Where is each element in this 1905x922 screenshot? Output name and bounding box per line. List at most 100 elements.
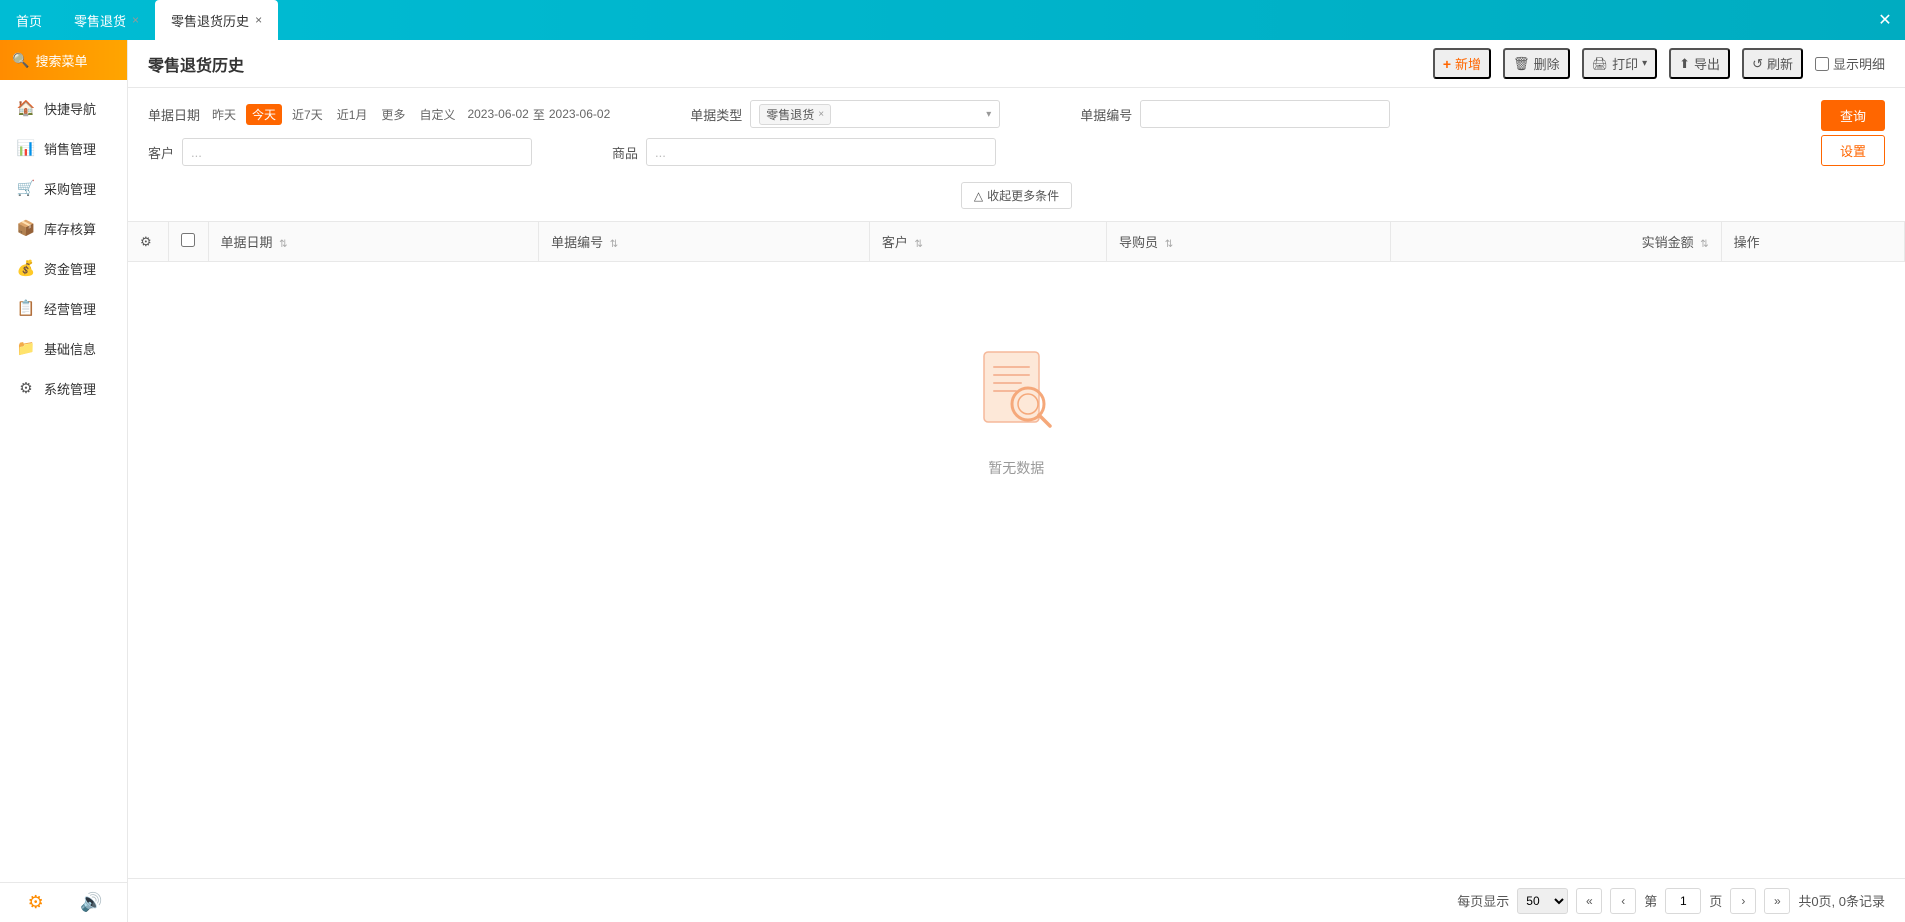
table-settings-icon[interactable]: ⚙ (140, 234, 152, 249)
th-number[interactable]: 单据编号 ⇅ (539, 222, 870, 262)
export-button[interactable]: ⬆ 导出 (1669, 48, 1730, 79)
th-amount-sort-icon: ⇅ (1700, 239, 1708, 250)
delete-button[interactable]: 🗑 删除 (1503, 48, 1570, 79)
page-size-select[interactable]: 20 50 100 (1517, 888, 1568, 914)
finance-icon: 💰 (16, 258, 36, 278)
chevron-down-icon: ▾ (986, 109, 991, 120)
th-customer-label: 客户 (882, 235, 908, 250)
empty-state: 暂无数据 (128, 262, 1905, 558)
display-detail-label: 显示明细 (1833, 54, 1885, 73)
th-action: 操作 (1721, 222, 1904, 262)
date-opt-more[interactable]: 更多 (377, 104, 409, 125)
print-dropdown-icon: ▾ (1642, 58, 1647, 69)
th-amount[interactable]: 实销金额 ⇅ (1391, 222, 1722, 262)
prev-page-icon: ‹ (1621, 894, 1625, 908)
date-opt-today[interactable]: 今天 (246, 104, 282, 125)
sidebar-item-purchase-mgmt[interactable]: 🛒 采购管理 (0, 168, 127, 208)
page-number-input[interactable] (1665, 888, 1701, 914)
refresh-icon: ↺ (1752, 56, 1763, 72)
th-date-sort-icon: ⇅ (279, 239, 287, 250)
sidebar-item-finance[interactable]: 💰 资金管理 (0, 248, 127, 288)
filter-customer-input[interactable]: ... (182, 138, 532, 166)
first-page-button[interactable]: « (1576, 888, 1602, 914)
th-number-label: 单据编号 (551, 235, 603, 250)
search-icon: 🔍 (12, 52, 29, 69)
sidebar-item-sales-mgmt[interactable]: 📊 销售管理 (0, 128, 127, 168)
filter-area: 单据日期 昨天 今天 近7天 近1月 更多 自定义 2023-06-02 至 2… (128, 88, 1905, 222)
speaker-icon[interactable]: 🔊 (76, 888, 106, 918)
settings-gear-icon[interactable]: ⚙ (21, 888, 51, 918)
table-area: ⚙ 单据日期 ⇅ 单据编号 ⇅ (128, 222, 1905, 878)
filter-number-label: 单据编号 (1080, 105, 1132, 124)
prev-page-button[interactable]: ‹ (1610, 888, 1636, 914)
filter-type-select[interactable]: 零售退货 × ▾ (750, 100, 1000, 128)
table-body: 暂无数据 (128, 262, 1905, 559)
top-bar: 首页 零售退货 × 零售退货历史 × ✕ (0, 0, 1905, 40)
date-range-end: 2023-06-02 (549, 107, 610, 121)
pagination-bar: 每页显示 20 50 100 « ‹ 第 页 › » 共0页, 0条记录 (128, 878, 1905, 922)
display-detail-checkbox[interactable] (1815, 57, 1829, 71)
sidebar-search-button[interactable]: 🔍 搜索菜单 (0, 40, 127, 80)
sidebar-item-operations-label: 经营管理 (44, 299, 96, 318)
select-all-checkbox[interactable] (181, 233, 195, 247)
th-guide[interactable]: 导购员 ⇅ (1107, 222, 1391, 262)
filter-goods-input[interactable]: ... (646, 138, 996, 166)
tab-retail-return[interactable]: 零售退货 × (58, 0, 155, 40)
date-opt-yesterday[interactable]: 昨天 (208, 104, 240, 125)
print-button[interactable]: 🖨 打印 ▾ (1582, 48, 1658, 79)
filter-number-input[interactable] (1140, 100, 1390, 128)
print-label: 打印 (1612, 54, 1638, 73)
empty-state-text: 暂无数据 (988, 458, 1044, 478)
filter-goods-label: 商品 (612, 143, 638, 162)
th-checkbox[interactable] (168, 222, 208, 262)
next-page-button[interactable]: › (1730, 888, 1756, 914)
sidebar-item-quick-nav[interactable]: 🏠 快捷导航 (0, 88, 127, 128)
page-actions: + 新增 🗑 删除 🖨 打印 ▾ ⬆ 导出 ↺ 刷新 (1433, 48, 1885, 79)
filter-type-item: 单据类型 零售退货 × ▾ (690, 100, 1000, 128)
table-header: ⚙ 单据日期 ⇅ 单据编号 ⇅ (128, 222, 1905, 262)
collapse-label: 收起更多条件 (987, 187, 1059, 204)
box-icon: 📦 (16, 218, 36, 238)
sales-icon: 📊 (16, 138, 36, 158)
th-number-sort-icon: ⇅ (610, 239, 618, 250)
refresh-label: 刷新 (1767, 54, 1793, 73)
tab-retail-return-history-close[interactable]: × (255, 13, 262, 27)
tab-bar: 首页 零售退货 × 零售退货历史 × (0, 0, 1865, 40)
date-opt-custom[interactable]: 自定义 (415, 104, 459, 125)
tab-retail-return-close[interactable]: × (132, 13, 139, 27)
window-close-button[interactable]: ✕ (1865, 0, 1905, 40)
tab-home[interactable]: 首页 (0, 0, 58, 40)
collapse-arrow-icon: △ (974, 189, 983, 203)
th-customer[interactable]: 客户 ⇅ (869, 222, 1106, 262)
page-title: 零售退货历史 (148, 52, 244, 76)
filter-type-tag-remove[interactable]: × (818, 109, 824, 120)
sidebar-item-inventory[interactable]: 📦 库存核算 (0, 208, 127, 248)
sidebar-item-quick-nav-label: 快捷导航 (44, 99, 96, 118)
sidebar-item-system[interactable]: ⚙ 系统管理 (0, 368, 127, 408)
th-guide-label: 导购员 (1119, 235, 1158, 250)
th-date[interactable]: 单据日期 ⇅ (208, 222, 539, 262)
display-detail-checkbox-label[interactable]: 显示明细 (1815, 54, 1885, 73)
close-icon: ✕ (1878, 10, 1891, 30)
tab-retail-return-history[interactable]: 零售退货历史 × (155, 0, 278, 40)
refresh-button[interactable]: ↺ 刷新 (1742, 48, 1803, 79)
sidebar: 🔍 搜索菜单 🏠 快捷导航 📊 销售管理 🛒 采购管理 📦 库存核算 💰 (0, 40, 128, 922)
sidebar-item-purchase-mgmt-label: 采购管理 (44, 179, 96, 198)
filter-divider: △ 收起更多条件 (148, 176, 1885, 209)
next-page-icon: › (1741, 894, 1745, 908)
sidebar-item-basic-info[interactable]: 📁 基础信息 (0, 328, 127, 368)
settings-button[interactable]: 设置 (1821, 135, 1885, 166)
sidebar-search-label: 搜索菜单 (35, 51, 87, 70)
th-settings[interactable]: ⚙ (128, 222, 168, 262)
th-action-label: 操作 (1734, 235, 1760, 250)
last-page-button[interactable]: » (1764, 888, 1790, 914)
filter-date-label: 单据日期 (148, 105, 200, 124)
collapse-button[interactable]: △ 收起更多条件 (961, 182, 1072, 209)
date-opt-1month[interactable]: 近1月 (333, 104, 372, 125)
new-button[interactable]: + 新增 (1433, 48, 1491, 79)
query-button[interactable]: 查询 (1821, 100, 1885, 131)
first-page-icon: « (1586, 894, 1593, 908)
date-opt-7days[interactable]: 近7天 (288, 104, 327, 125)
empty-state-illustration (966, 342, 1066, 442)
sidebar-item-operations[interactable]: 📋 经营管理 (0, 288, 127, 328)
